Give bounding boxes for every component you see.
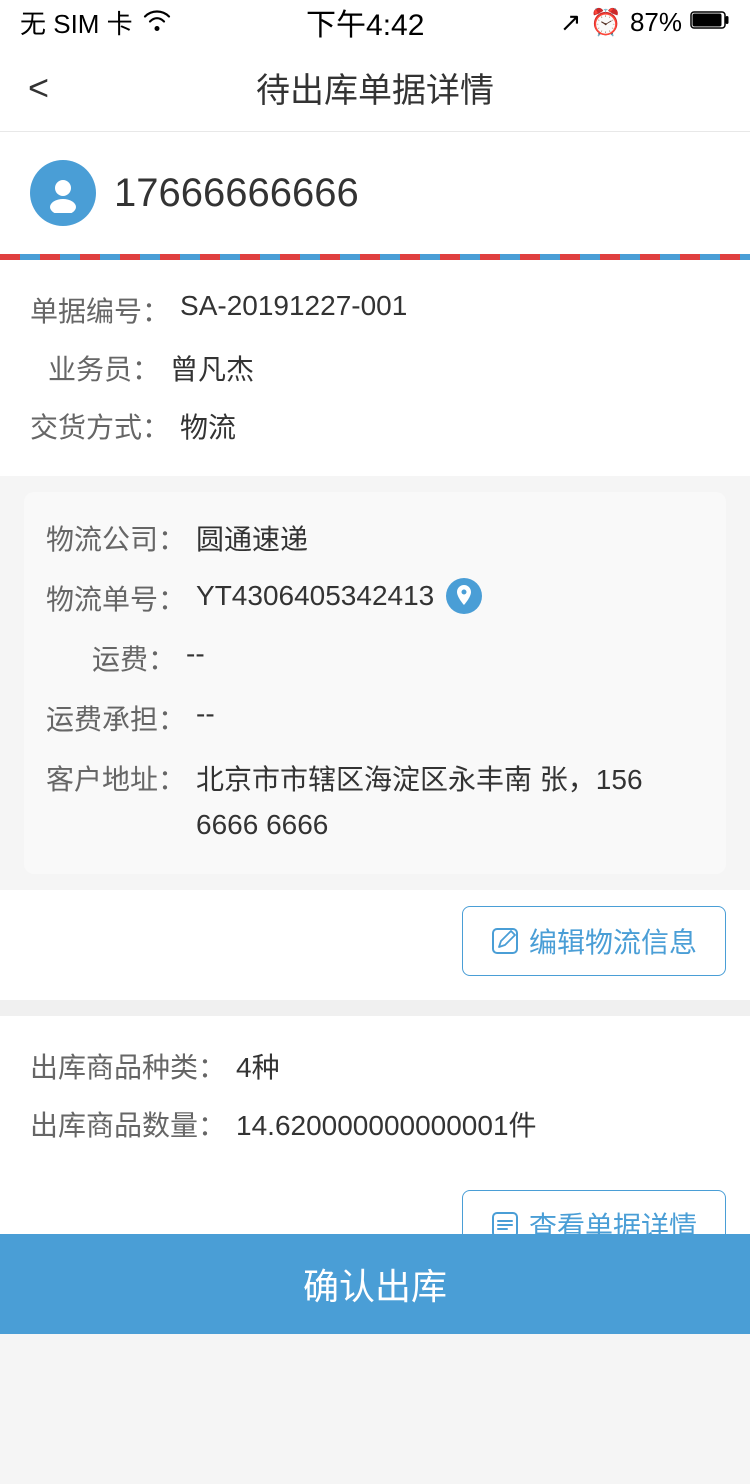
edit-btn-label: 编辑物流信息 [529,921,697,961]
logistics-company-row: 物流公司： 圆通速递 [46,518,704,558]
edit-logistics-button[interactable]: 编辑物流信息 [462,906,726,976]
salesman-label: 业务员： [30,348,160,388]
goods-quantity-row: 出库商品数量： 14.620000000000001件 [30,1104,720,1144]
freight-bearer-row: 运费承担： -- [46,698,704,738]
logistics-company-label: 物流公司： [46,518,186,558]
wifi-icon [143,7,171,38]
location-status-icon: ↗ [560,7,582,38]
doc-info-section: 单据编号： SA-20191227-001 业务员： 曾凡杰 交货方式： 物流 [0,260,750,476]
doc-no-row: 单据编号： SA-20191227-001 [30,290,720,330]
freight-label: 运费： [46,638,176,678]
freight-bearer-value: -- [196,698,704,730]
customer-header: 17666666666 [0,132,750,254]
goods-types-label: 出库商品种类： [30,1046,226,1086]
delivery-row: 交货方式： 物流 [30,406,720,446]
battery-icon [690,7,730,38]
battery-text: 87% [630,7,682,38]
status-left: 无 SIM 卡 [20,4,171,41]
goods-types-row: 出库商品种类： 4种 [30,1046,720,1086]
address-label: 客户地址： [46,758,186,798]
tracking-location-icon[interactable] [446,578,482,614]
status-time: 下午4:42 [306,0,424,44]
goods-section: 出库商品种类： 4种 出库商品数量： 14.620000000000001件 [0,1016,750,1174]
address-row: 客户地址： 北京市市辖区海淀区永丰南 张，156 6666 6666 [46,758,704,848]
carrier-text: 无 SIM 卡 [20,4,133,41]
freight-bearer-label: 运费承担： [46,698,186,738]
goods-types-value: 4种 [236,1046,720,1086]
delivery-value: 物流 [180,406,720,446]
edit-btn-wrap: 编辑物流信息 [0,890,750,1000]
status-bar: 无 SIM 卡 下午4:42 ↗ ⏰ 87% [0,0,750,44]
back-button[interactable]: < [28,67,49,109]
logistics-tracking-value: YT43064053424​13 [196,578,704,614]
nav-title: 待出库单据详情 [256,63,494,112]
address-value: 北京市市辖区海淀区永丰南 张，156 6666 6666 [196,758,704,848]
nav-bar: < 待出库单据详情 [0,44,750,132]
section-divider-1 [0,1000,750,1016]
freight-value: -- [186,638,704,670]
confirm-button-label: 确认出库 [303,1258,447,1310]
customer-phone: 17666666666 [114,171,359,216]
freight-row: 运费： -- [46,638,704,678]
logistics-tracking-row: 物流单号： YT43064053424​13 [46,578,704,618]
salesman-row: 业务员： 曾凡杰 [30,348,720,388]
delivery-label: 交货方式： [30,406,170,446]
doc-no-label: 单据编号： [30,290,170,330]
confirm-bar[interactable]: 确认出库 [0,1234,750,1334]
status-right: ↗ ⏰ 87% [560,7,730,38]
logistics-card: 物流公司： 圆通速递 物流单号： YT43064053424​13 运费： --… [24,492,726,874]
goods-quantity-label: 出库商品数量： [30,1104,226,1144]
alarm-icon: ⏰ [590,7,622,38]
customer-avatar [30,160,96,226]
logistics-company-value: 圆通速递 [196,518,704,558]
salesman-value: 曾凡杰 [170,348,720,388]
goods-quantity-value: 14.620000000000001件 [236,1104,720,1144]
logistics-tracking-label: 物流单号： [46,578,186,618]
doc-no-value: SA-20191227-001 [180,290,720,322]
